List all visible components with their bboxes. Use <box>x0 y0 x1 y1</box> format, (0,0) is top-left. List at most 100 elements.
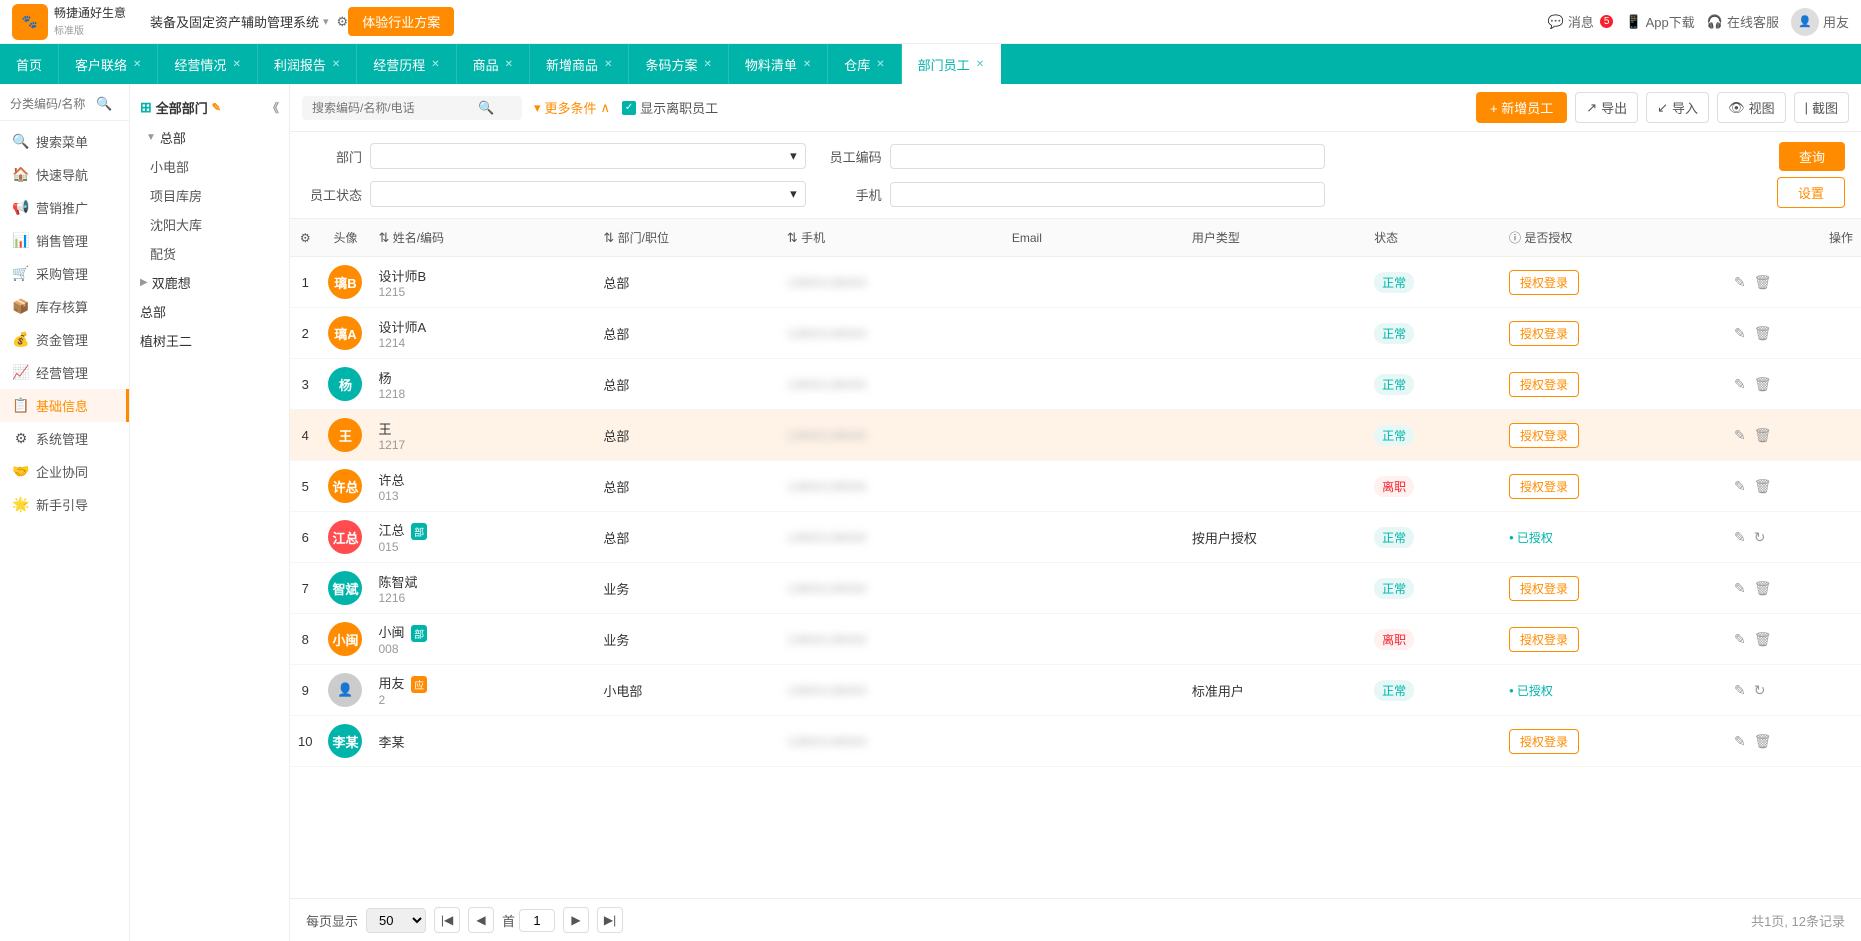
filter-status-select[interactable]: ▾ <box>370 181 806 207</box>
sidebar-item-finance[interactable]: 💰 资金管理 <box>0 323 129 356</box>
dept-item-shenyang[interactable]: 沈阳大库 <box>136 210 289 239</box>
row3-edit-icon[interactable]: ✎ <box>1734 376 1746 393</box>
row8-auth-btn[interactable]: 授权登录 <box>1509 627 1579 652</box>
dept-collapse-btn[interactable]: 《 <box>267 99 279 116</box>
tab-goods[interactable]: 商品 ✕ <box>457 44 530 84</box>
sidebar-item-system[interactable]: ⚙ 系统管理 <box>0 422 129 455</box>
row5-edit-icon[interactable]: ✎ <box>1734 478 1746 495</box>
row7-delete-icon[interactable]: 🗑 <box>1754 580 1772 597</box>
dept-group-zongbu[interactable]: 总部 <box>130 297 289 326</box>
dept-group-general-label[interactable]: ▼ 总部 <box>136 123 289 152</box>
sidebar-item-nav[interactable]: 🏠 快速导航 <box>0 158 129 191</box>
sidebar-item-guide[interactable]: 🌟 新手引导 <box>0 488 129 521</box>
tab-operation[interactable]: 经营情况 ✕ <box>158 44 257 84</box>
row9-sync-icon[interactable]: ↻ <box>1754 682 1766 699</box>
sidebar-item-inventory[interactable]: 📦 库存核算 <box>0 290 129 323</box>
tab-profit[interactable]: 利润报告 ✕ <box>258 44 357 84</box>
row10-edit-icon[interactable]: ✎ <box>1734 733 1746 750</box>
sidebar-item-management[interactable]: 📈 经营管理 <box>0 356 129 389</box>
row7-edit-icon[interactable]: ✎ <box>1734 580 1746 597</box>
row4-edit-icon[interactable]: ✎ <box>1734 427 1746 444</box>
tab-employee-close[interactable]: ✕ <box>976 59 984 70</box>
tab-history-close[interactable]: ✕ <box>431 59 439 70</box>
sidebar-item-marketing[interactable]: 📢 营销推广 <box>0 191 129 224</box>
page-input[interactable] <box>519 909 555 932</box>
tab-customer-close[interactable]: ✕ <box>133 59 141 70</box>
row7-auth-btn[interactable]: 授权登录 <box>1509 576 1579 601</box>
dept-group-planting[interactable]: 植树王二 <box>130 326 289 355</box>
show-resigned-checkbox[interactable]: ✓ <box>622 101 636 115</box>
more-filter-btn[interactable]: ▾ 更多条件 ∧ <box>534 98 610 117</box>
row4-auth-btn[interactable]: 授权登录 <box>1509 423 1579 448</box>
dept-group-shuanglu[interactable]: ▶ 双鹿想 <box>130 268 289 297</box>
sidebar-item-search[interactable]: 🔍 搜索菜单 <box>0 125 129 158</box>
row6-sync-icon[interactable]: ↻ <box>1754 529 1766 546</box>
dept-item-distribution[interactable]: 配货 <box>136 239 289 268</box>
th-dept[interactable]: ⇅ 部门/职位 <box>595 219 779 257</box>
last-page-btn[interactable]: ▶| <box>597 907 623 933</box>
trial-button[interactable]: 体验行业方案 <box>348 7 454 36</box>
first-page-btn[interactable]: |◀ <box>434 907 460 933</box>
tab-bom[interactable]: 物料清单 ✕ <box>729 44 828 84</box>
dept-item-warehouse[interactable]: 项目库房 <box>136 181 289 210</box>
next-page-btn[interactable]: ▶ <box>563 907 589 933</box>
tab-profit-close[interactable]: ✕ <box>332 59 340 70</box>
row5-auth-btn[interactable]: 授权登录 <box>1509 474 1579 499</box>
user-area[interactable]: 👤 用友 <box>1791 8 1849 36</box>
more-btn[interactable]: | 截图 <box>1794 92 1849 123</box>
import-btn[interactable]: ↙ 导入 <box>1646 92 1709 123</box>
sidebar-item-purchase[interactable]: 🛒 采购管理 <box>0 257 129 290</box>
row5-delete-icon[interactable]: 🗑 <box>1754 478 1772 495</box>
row10-delete-icon[interactable]: 🗑 <box>1754 733 1772 750</box>
row6-edit-icon[interactable]: ✎ <box>1734 529 1746 546</box>
filter-phone-input[interactable] <box>890 182 1326 207</box>
tab-warehouse-close[interactable]: ✕ <box>876 59 884 70</box>
row2-delete-icon[interactable]: 🗑 <box>1754 325 1772 342</box>
show-resigned-toggle[interactable]: ✓ 显示离职员工 <box>622 98 718 117</box>
row3-auth-btn[interactable]: 授权登录 <box>1509 372 1579 397</box>
row9-edit-icon[interactable]: ✎ <box>1734 682 1746 699</box>
tab-history[interactable]: 经营历程 ✕ <box>357 44 456 84</box>
row4-delete-icon[interactable]: 🗑 <box>1754 427 1772 444</box>
search-icon[interactable]: 🔍 <box>478 100 494 116</box>
view-btn[interactable]: 👁 视图 <box>1717 92 1786 123</box>
tab-goods-close[interactable]: ✕ <box>505 59 513 70</box>
app-download-btn[interactable]: 📱 App下载 <box>1625 12 1694 31</box>
tab-new-goods[interactable]: 新增商品 ✕ <box>530 44 629 84</box>
tab-home[interactable]: 首页 <box>0 44 59 84</box>
row8-edit-icon[interactable]: ✎ <box>1734 631 1746 648</box>
row2-auth-btn[interactable]: 授权登录 <box>1509 321 1579 346</box>
filter-dept-select[interactable]: ▾ <box>370 143 806 169</box>
filter-empcode-input[interactable] <box>890 144 1326 169</box>
search-input[interactable] <box>312 101 472 115</box>
export-btn[interactable]: ↗ 导出 <box>1575 92 1638 123</box>
tab-warehouse[interactable]: 仓库 ✕ <box>828 44 901 84</box>
tab-barcode-close[interactable]: ✕ <box>703 59 711 70</box>
system-title-dropdown[interactable]: ▾ <box>323 15 329 28</box>
tab-barcode[interactable]: 条码方案 ✕ <box>629 44 728 84</box>
tab-customer[interactable]: 客户联络 ✕ <box>59 44 158 84</box>
settings-icon[interactable]: ⚙ <box>337 14 349 30</box>
sidebar-item-sales[interactable]: 📊 销售管理 <box>0 224 129 257</box>
sidebar-item-basic[interactable]: 📋 基础信息 <box>0 389 129 422</box>
message-btn[interactable]: 💬 消息 5 <box>1548 12 1614 31</box>
page-size-select[interactable]: 50 100 <box>366 908 426 933</box>
tab-new-goods-close[interactable]: ✕ <box>604 59 612 70</box>
sidebar-item-collab[interactable]: 🤝 企业协同 <box>0 455 129 488</box>
tab-operation-close[interactable]: ✕ <box>232 59 240 70</box>
th-name[interactable]: ⇅ 姓名/编码 <box>370 219 595 257</box>
th-phone[interactable]: ⇅ 手机 <box>779 219 1004 257</box>
tab-employee[interactable]: 部门员工 ✕ <box>902 44 1001 84</box>
dept-edit-icon[interactable]: ✎ <box>212 101 221 114</box>
prev-page-btn[interactable]: ◀ <box>468 907 494 933</box>
add-employee-btn[interactable]: + 新增员工 <box>1476 92 1567 123</box>
row1-delete-icon[interactable]: 🗑 <box>1754 274 1772 291</box>
row3-delete-icon[interactable]: 🗑 <box>1754 376 1772 393</box>
row10-auth-btn[interactable]: 授权登录 <box>1509 729 1579 754</box>
query-btn[interactable]: 查询 <box>1779 142 1845 171</box>
sidebar-search-input[interactable] <box>10 97 90 111</box>
th-settings[interactable]: ⚙ <box>290 219 320 257</box>
row1-edit-icon[interactable]: ✎ <box>1734 274 1746 291</box>
tab-bom-close[interactable]: ✕ <box>803 59 811 70</box>
set-btn[interactable]: 设置 <box>1777 177 1845 208</box>
